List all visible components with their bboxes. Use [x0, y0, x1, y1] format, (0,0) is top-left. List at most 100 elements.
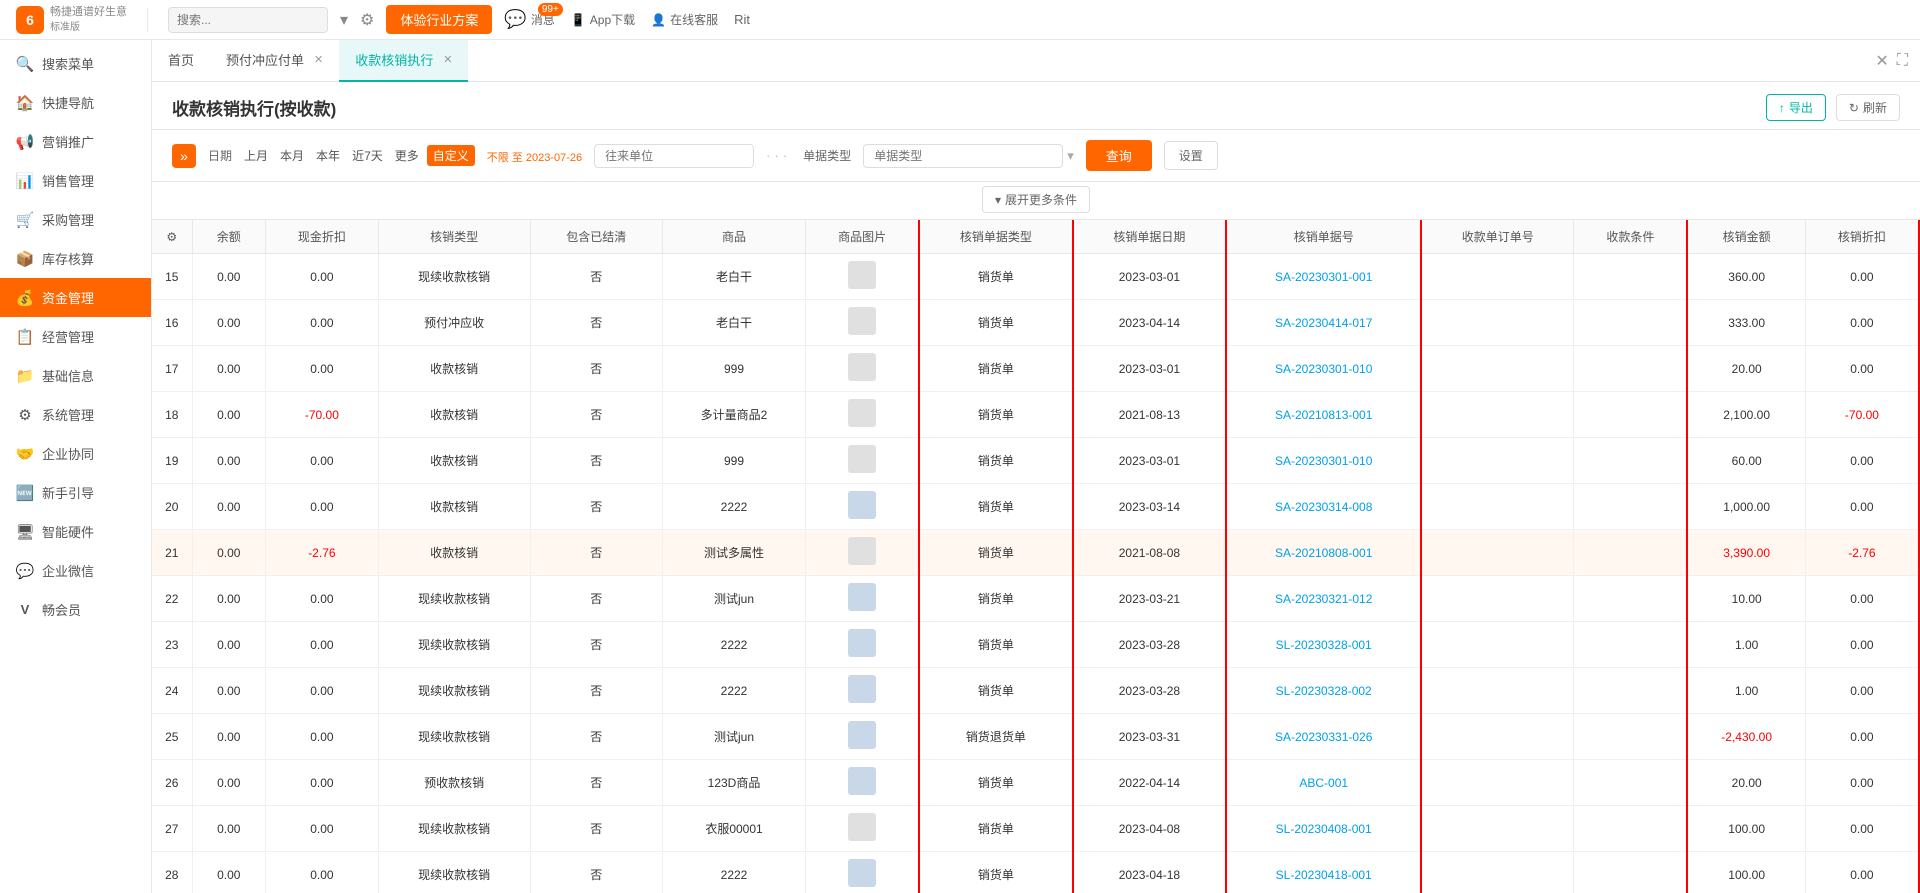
- cell-cancel-no[interactable]: SL-20230418-001: [1226, 852, 1421, 893]
- cell-receipt-cond: [1574, 484, 1688, 530]
- tab-expand-btn[interactable]: ⛶: [1897, 52, 1908, 70]
- sidebar-item-finance[interactable]: 💰 资金管理: [0, 278, 151, 317]
- cell-cancel-no[interactable]: SA-20230301-010: [1226, 346, 1421, 392]
- cell-cancel-no[interactable]: SA-20230314-008: [1226, 484, 1421, 530]
- cell-include-settled: 否: [530, 760, 662, 806]
- date-btn-7days[interactable]: 近7天: [348, 145, 387, 166]
- filter-toggle-btn[interactable]: »: [172, 144, 196, 168]
- refresh-btn[interactable]: ↻ 刷新: [1836, 94, 1900, 121]
- filter-dots: ···: [766, 148, 791, 163]
- tab-close-prepay[interactable]: ✕: [314, 53, 323, 66]
- search-dropdown-icon[interactable]: ▾: [340, 10, 348, 30]
- col-header-settings[interactable]: ⚙: [152, 220, 192, 254]
- sidebar-item-basic[interactable]: 📁 基础信息: [0, 356, 151, 395]
- cell-cancel-date: 2023-03-28: [1073, 668, 1227, 714]
- cell-cancel-no[interactable]: SL-20230328-002: [1226, 668, 1421, 714]
- tab-home[interactable]: 首页: [152, 40, 210, 82]
- member-icon: V: [16, 601, 34, 619]
- cell-cancel-no[interactable]: SA-20230414-017: [1226, 300, 1421, 346]
- product-image: [848, 583, 876, 611]
- date-btn-more[interactable]: 更多: [391, 145, 423, 166]
- export-btn[interactable]: ↑ 导出: [1766, 94, 1826, 121]
- sidebar-item-guide[interactable]: 🆕 新手引导: [0, 473, 151, 512]
- cell-cancel-voucher-type: 销货单: [919, 300, 1073, 346]
- cell-cancel-amount: 10.00: [1687, 576, 1805, 622]
- cell-cancel-voucher-type: 销货单: [919, 576, 1073, 622]
- top-search-input[interactable]: [168, 7, 328, 33]
- product-image-placeholder: [848, 445, 876, 473]
- cell-cancel-amount: 360.00: [1687, 254, 1805, 300]
- table-wrapper: ⚙ 余额 现金折扣 核销类型 包含已结清 商品 商品图片 核销单据类型 核销单据…: [152, 220, 1920, 893]
- cell-balance: 0.00: [192, 484, 266, 530]
- sidebar-item-search[interactable]: 🔍 搜索菜单: [0, 44, 151, 83]
- tab-bar: 首页 预付冲应付单 ✕ 收款核销执行 ✕ ✕ ⛶: [152, 40, 1920, 82]
- sidebar-item-hardware[interactable]: 🖥 智能硬件: [0, 512, 151, 551]
- cell-cancel-discount: 0.00: [1805, 484, 1919, 530]
- sidebar-item-wechat[interactable]: 💬 企业微信: [0, 551, 151, 590]
- sidebar-item-system[interactable]: ⚙ 系统管理: [0, 395, 151, 434]
- sidebar-item-sales[interactable]: 📊 销售管理: [0, 161, 151, 200]
- date-btn-last-month[interactable]: 上月: [240, 145, 272, 166]
- cell-cancel-date: 2023-03-01: [1073, 254, 1227, 300]
- cell-cancel-no[interactable]: SL-20230328-001: [1226, 622, 1421, 668]
- online-service-btn[interactable]: 👤在线客服: [651, 11, 718, 28]
- user-account[interactable]: Rit: [734, 12, 750, 27]
- cell-cancel-discount: 0.00: [1805, 806, 1919, 852]
- date-btn-this-year[interactable]: 本年: [312, 145, 344, 166]
- cell-include-settled: 否: [530, 622, 662, 668]
- date-btn-this-month[interactable]: 本月: [276, 145, 308, 166]
- counterparty-input[interactable]: [594, 144, 754, 168]
- cell-balance: 0.00: [192, 300, 266, 346]
- cell-balance: 0.00: [192, 254, 266, 300]
- cell-cancel-no[interactable]: ABC-001: [1226, 760, 1421, 806]
- cell-include-settled: 否: [530, 254, 662, 300]
- cell-receipt-order-no: [1421, 760, 1574, 806]
- cell-cancel-no[interactable]: SA-20230301-001: [1226, 254, 1421, 300]
- cell-cancel-no[interactable]: SA-20230301-010: [1226, 438, 1421, 484]
- query-btn[interactable]: 查询: [1086, 140, 1152, 171]
- tab-close-collection[interactable]: ✕: [443, 53, 452, 66]
- tab-close-btn[interactable]: ✕: [1875, 51, 1888, 71]
- cell-cancel-amount: -2,430.00: [1687, 714, 1805, 760]
- tab-bar-actions: ✕ ⛶: [1875, 51, 1920, 71]
- tab-prepay[interactable]: 预付冲应付单 ✕: [210, 40, 339, 82]
- product-image-placeholder: [848, 537, 876, 565]
- app-download-btn[interactable]: 📱App下载: [571, 11, 635, 28]
- sidebar-item-enterprise[interactable]: 🤝 企业协同: [0, 434, 151, 473]
- sidebar-item-inventory[interactable]: 📦 库存核算: [0, 239, 151, 278]
- cell-cancel-no[interactable]: SA-20210813-001: [1226, 392, 1421, 438]
- tab-collection[interactable]: 收款核销执行 ✕: [339, 40, 468, 82]
- sidebar-item-member[interactable]: V 畅会员: [0, 590, 151, 629]
- cell-product-img: [806, 484, 920, 530]
- product-image: [848, 721, 876, 749]
- cell-no: 21: [152, 530, 192, 576]
- logo-subtitle: 畅捷通谱好生意标准版: [50, 5, 127, 34]
- cell-cash-discount: 0.00: [266, 760, 379, 806]
- cell-cancel-voucher-type: 销货单: [919, 346, 1073, 392]
- message-btn[interactable]: 💬 消息 99+: [504, 9, 554, 30]
- cell-balance: 0.00: [192, 576, 266, 622]
- sidebar-item-quick-nav[interactable]: 🏠 快捷导航: [0, 83, 151, 122]
- cell-cancel-no[interactable]: SA-20230331-026: [1226, 714, 1421, 760]
- cell-balance: 0.00: [192, 346, 266, 392]
- table-row: 23 0.00 0.00 现续收款核销 否 2222 销货单 2023-03-2…: [152, 622, 1919, 668]
- industry-solution-btn[interactable]: 体验行业方案: [386, 5, 492, 34]
- system-icon: ⚙: [16, 406, 34, 424]
- cell-cancel-no[interactable]: SA-20230321-012: [1226, 576, 1421, 622]
- cell-cancel-no[interactable]: SA-20210808-001: [1226, 530, 1421, 576]
- date-btn-custom[interactable]: 自定义: [427, 145, 475, 166]
- expand-conditions-btn[interactable]: ▾ 展开更多条件: [982, 186, 1090, 213]
- sidebar-item-marketing[interactable]: 📢 营销推广: [0, 122, 151, 161]
- settings-icon[interactable]: ⚙: [360, 10, 374, 30]
- settings-btn[interactable]: 设置: [1164, 141, 1218, 170]
- top-bar: 6 畅捷通谱好生意标准版 ▾ ⚙ 体验行业方案 💬 消息 99+ 📱App下载 …: [0, 0, 1920, 40]
- sidebar-item-business[interactable]: 📋 经营管理: [0, 317, 151, 356]
- dropdown-icon[interactable]: ▾: [1067, 148, 1074, 164]
- col-header-product: 商品: [662, 220, 805, 254]
- cell-cancel-discount: -70.00: [1805, 392, 1919, 438]
- cell-cancel-amount: 2,100.00: [1687, 392, 1805, 438]
- cell-include-settled: 否: [530, 484, 662, 530]
- voucher-type-select[interactable]: [863, 144, 1063, 168]
- sidebar-item-purchase[interactable]: 🛒 采购管理: [0, 200, 151, 239]
- cell-cancel-no[interactable]: SL-20230408-001: [1226, 806, 1421, 852]
